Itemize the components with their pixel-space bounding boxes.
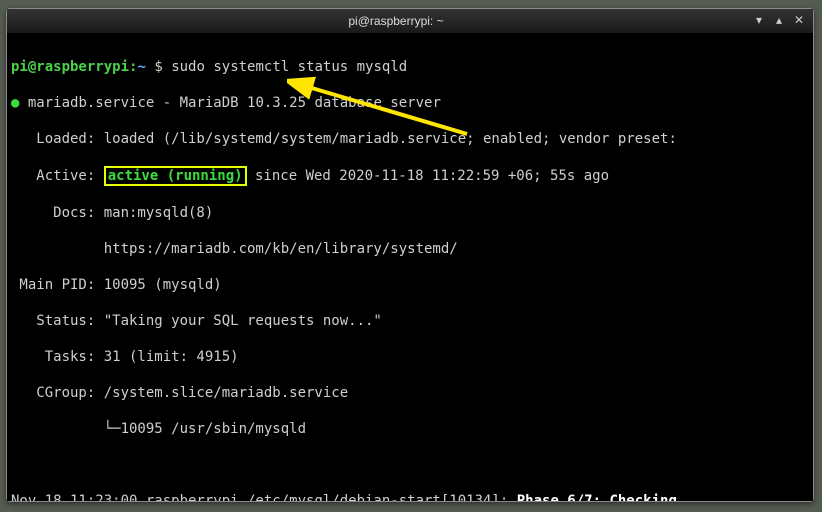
terminal-window: pi@raspberrypi: ~ ▾ ▴ ✕ pi@raspberrypi:~… [6,8,814,502]
active-status-highlight: active (running) [104,166,247,186]
cgroup-line: CGroup: /system.slice/mariadb.service [11,384,809,402]
unit-line: ● mariadb.service - MariaDB 10.3.25 data… [11,94,809,112]
journal-log: Nov 18 11:23:00 raspberrypi /etc/mysql/d… [11,492,809,501]
maximize-icon[interactable]: ▴ [773,15,785,27]
status-msg-line: Status: "Taking your SQL requests now...… [11,312,809,330]
docs-line1: Docs: man:mysqld(8) [11,204,809,222]
prompt-user: pi@raspberrypi [11,59,129,75]
window-title: pi@raspberrypi: ~ [47,14,745,28]
blank-line [11,456,809,474]
close-icon[interactable]: ✕ [793,15,805,27]
log-line: Nov 18 11:23:00 raspberrypi /etc/mysql/d… [11,492,809,501]
prompt-line: pi@raspberrypi:~ $ sudo systemctl status… [11,58,809,76]
loaded-line: Loaded: loaded (/lib/systemd/system/mari… [11,130,809,148]
command: sudo systemctl status mysqld [171,59,407,75]
minimize-icon[interactable]: ▾ [753,15,765,27]
prompt-path: ~ [137,59,145,75]
window-buttons: ▾ ▴ ✕ [745,15,813,27]
docs-line2: https://mariadb.com/kb/en/library/system… [11,240,809,258]
titlebar[interactable]: pi@raspberrypi: ~ ▾ ▴ ✕ [7,9,813,34]
active-line: Active: active (running) since Wed 2020-… [11,166,809,186]
tasks-line: Tasks: 31 (limit: 4915) [11,348,809,366]
mainpid-line: Main PID: 10095 (mysqld) [11,276,809,294]
cgroup-proc-line: └─10095 /usr/sbin/mysqld [11,420,809,438]
terminal-body[interactable]: pi@raspberrypi:~ $ sudo systemctl status… [7,34,813,501]
